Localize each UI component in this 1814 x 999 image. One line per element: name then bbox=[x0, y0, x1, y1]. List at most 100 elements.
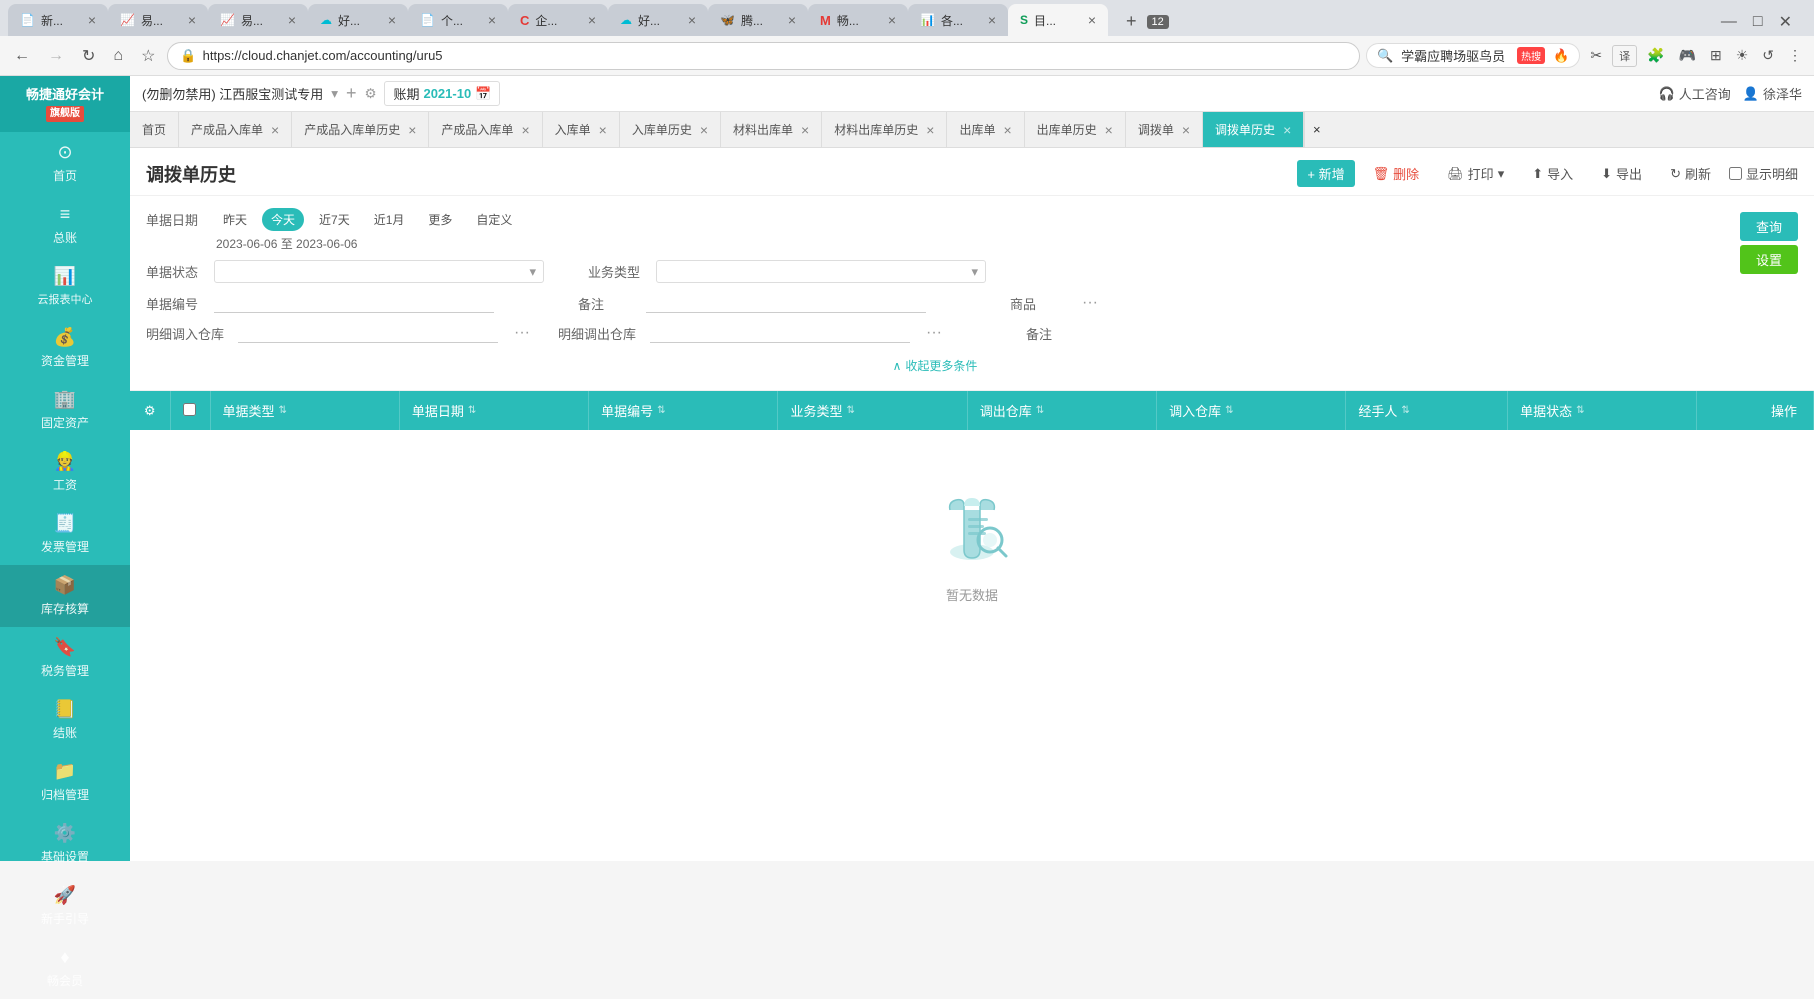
export-btn[interactable]: ⬇ 导出 bbox=[1591, 160, 1652, 187]
tab-6[interactable]: C 企... × bbox=[508, 4, 608, 36]
import-btn[interactable]: ⬆ 导入 bbox=[1522, 160, 1583, 187]
tab-4[interactable]: ☁ 好... × bbox=[308, 4, 408, 36]
doc-no-input[interactable] bbox=[214, 293, 494, 313]
page-tab-9[interactable]: 出库单历史 × bbox=[1025, 112, 1126, 148]
query-btn[interactable]: 查询 bbox=[1740, 212, 1798, 241]
tab-close-3[interactable]: × bbox=[288, 13, 296, 27]
forward-btn[interactable]: → bbox=[42, 43, 70, 69]
sidebar-item-member[interactable]: ♦ 畅会员 bbox=[0, 937, 130, 999]
tab-close-1[interactable]: × bbox=[88, 13, 96, 27]
page-tab-7-close[interactable]: × bbox=[926, 122, 934, 138]
sidebar-item-tax[interactable]: 🔖 税务管理 bbox=[0, 627, 130, 689]
sort-biz-type[interactable]: 业务类型 ⇅ bbox=[790, 401, 954, 420]
print-btn[interactable]: 🖨 打印 ▾ bbox=[1437, 160, 1514, 187]
sort-doc-no[interactable]: 单据编号 ⇅ bbox=[601, 401, 765, 420]
page-tab-1[interactable]: 产成品入库单 × bbox=[179, 112, 292, 148]
setting-btn[interactable]: 设置 bbox=[1740, 245, 1798, 274]
transfer-in-input[interactable] bbox=[238, 323, 498, 343]
page-tab-4-close[interactable]: × bbox=[599, 122, 607, 138]
sidebar-item-closing[interactable]: 📒 结账 bbox=[0, 689, 130, 751]
custom-btn[interactable]: 自定义 bbox=[467, 208, 521, 231]
sort-doc-status[interactable]: 单据状态 ⇅ bbox=[1520, 401, 1684, 420]
delete-btn[interactable]: 🗑 删除 bbox=[1363, 160, 1430, 187]
tab-2[interactable]: 📈 易... × bbox=[108, 4, 208, 36]
transfer-in-btn[interactable]: ··· bbox=[514, 324, 530, 342]
address-bar[interactable]: 🔒 https://cloud.chanjet.com/accounting/u… bbox=[167, 42, 1360, 70]
add-company-btn[interactable]: + bbox=[346, 83, 357, 104]
back-btn[interactable]: ← bbox=[8, 43, 36, 69]
page-tab-7[interactable]: 材料出库单历史 × bbox=[822, 112, 947, 148]
tab-7[interactable]: ☁ 好... × bbox=[608, 4, 708, 36]
sidebar-item-invoice[interactable]: 🧾 发票管理 bbox=[0, 503, 130, 565]
display-checkbox[interactable] bbox=[1729, 167, 1742, 180]
page-tab-4[interactable]: 入库单 × bbox=[543, 112, 620, 148]
biz-type-select[interactable] bbox=[656, 260, 986, 283]
new-btn[interactable]: + 新增 bbox=[1297, 160, 1354, 187]
tab-close-2[interactable]: × bbox=[188, 13, 196, 27]
refresh-btn[interactable]: ↻ 刷新 bbox=[1660, 160, 1721, 187]
goods-select-btn[interactable]: ··· bbox=[1082, 294, 1098, 312]
company-dropdown-btn[interactable]: ▾ bbox=[331, 86, 338, 102]
scissors-icon[interactable]: ✂ bbox=[1586, 45, 1606, 66]
tab-5[interactable]: 📄 个... × bbox=[408, 4, 508, 36]
today-btn[interactable]: 今天 bbox=[262, 208, 304, 231]
page-tab-6[interactable]: 材料出库单 × bbox=[721, 112, 822, 148]
tab-close-11[interactable]: × bbox=[1088, 13, 1096, 27]
sidebar-item-ledger[interactable]: ≡ 总账 bbox=[0, 194, 130, 256]
last7-btn[interactable]: 近7天 bbox=[310, 208, 359, 231]
page-tab-11[interactable]: 调拨单历史 × bbox=[1203, 112, 1304, 148]
sidebar-item-guide[interactable]: 🚀 新手引导 bbox=[0, 875, 130, 937]
theme-btn[interactable]: ☀ bbox=[1732, 45, 1753, 66]
sort-transfer-in[interactable]: 调入仓库 ⇅ bbox=[1169, 401, 1333, 420]
tab-9[interactable]: M 畅... × bbox=[808, 4, 908, 36]
game-btn[interactable]: 🎮 bbox=[1675, 45, 1700, 66]
sort-doc-type[interactable]: 单据类型 ⇅ bbox=[223, 401, 387, 420]
sort-doc-date[interactable]: 单据日期 ⇅ bbox=[412, 401, 576, 420]
maximize-btn[interactable]: □ bbox=[1747, 9, 1769, 35]
collapse-btn[interactable]: ∧ 收起更多条件 bbox=[889, 353, 982, 378]
sort-handler[interactable]: 经手人 ⇅ bbox=[1358, 401, 1495, 420]
new-tab-btn[interactable]: + bbox=[1120, 7, 1143, 36]
status-select[interactable] bbox=[214, 260, 544, 283]
page-tab-3[interactable]: 产成品入库单 × bbox=[429, 112, 542, 148]
bookmark-btn[interactable]: ☆ bbox=[135, 42, 161, 70]
select-all-checkbox[interactable] bbox=[183, 403, 196, 416]
sidebar-item-finance[interactable]: 💰 资金管理 bbox=[0, 317, 130, 379]
tab-close-6[interactable]: × bbox=[588, 13, 596, 27]
page-tab-2-close[interactable]: × bbox=[408, 122, 416, 138]
page-tab-2[interactable]: 产成品入库单历史 × bbox=[292, 112, 429, 148]
table-gear-icon[interactable]: ⚙ bbox=[144, 403, 156, 418]
tab-11[interactable]: S 目... × bbox=[1008, 4, 1108, 36]
page-tab-1-close[interactable]: × bbox=[271, 122, 279, 138]
tab-8[interactable]: 🦋 腾... × bbox=[708, 4, 808, 36]
translate-btn[interactable]: 译 bbox=[1612, 45, 1637, 67]
tab-bar-close-btn[interactable]: × bbox=[1304, 112, 1328, 148]
user-btn[interactable]: 👤 徐泽华 bbox=[1743, 84, 1802, 103]
period-selector[interactable]: 账期 2021-10 📅 bbox=[384, 81, 500, 106]
grid-btn[interactable]: ⊞ bbox=[1706, 45, 1726, 66]
table-col-checkbox[interactable] bbox=[170, 391, 210, 430]
menu-btn[interactable]: ⋮ bbox=[1784, 45, 1806, 66]
tab-3[interactable]: 📈 易... × bbox=[208, 4, 308, 36]
minimize-btn[interactable]: — bbox=[1715, 9, 1743, 35]
home-btn[interactable]: ⌂ bbox=[107, 43, 129, 69]
sidebar-item-assets[interactable]: 🏢 固定资产 bbox=[0, 379, 130, 441]
transfer-out-btn[interactable]: ··· bbox=[926, 324, 942, 342]
extension-btn[interactable]: 🧩 bbox=[1643, 45, 1668, 66]
page-tab-5[interactable]: 入库单历史 × bbox=[620, 112, 721, 148]
sidebar-item-reports[interactable]: 📊 云报表中心 bbox=[0, 256, 130, 317]
page-tab-home[interactable]: 首页 bbox=[130, 112, 179, 148]
sidebar-item-payroll[interactable]: 👷 工资 bbox=[0, 441, 130, 503]
page-tab-10-close[interactable]: × bbox=[1182, 122, 1190, 138]
tab-close-10[interactable]: × bbox=[988, 13, 996, 27]
reload-btn[interactable]: ↻ bbox=[76, 42, 101, 70]
tab-1[interactable]: 📄 新... × bbox=[8, 4, 108, 36]
tab-close-9[interactable]: × bbox=[888, 13, 896, 27]
last-month-btn[interactable]: 近1月 bbox=[365, 208, 414, 231]
close-btn[interactable]: ✕ bbox=[1773, 8, 1798, 36]
page-tab-5-close[interactable]: × bbox=[700, 122, 708, 138]
remark-input[interactable] bbox=[646, 293, 926, 313]
sidebar-item-inventory[interactable]: 📦 库存核算 bbox=[0, 565, 130, 627]
tab-close-4[interactable]: × bbox=[388, 13, 396, 27]
page-tab-8[interactable]: 出库单 × bbox=[947, 112, 1024, 148]
